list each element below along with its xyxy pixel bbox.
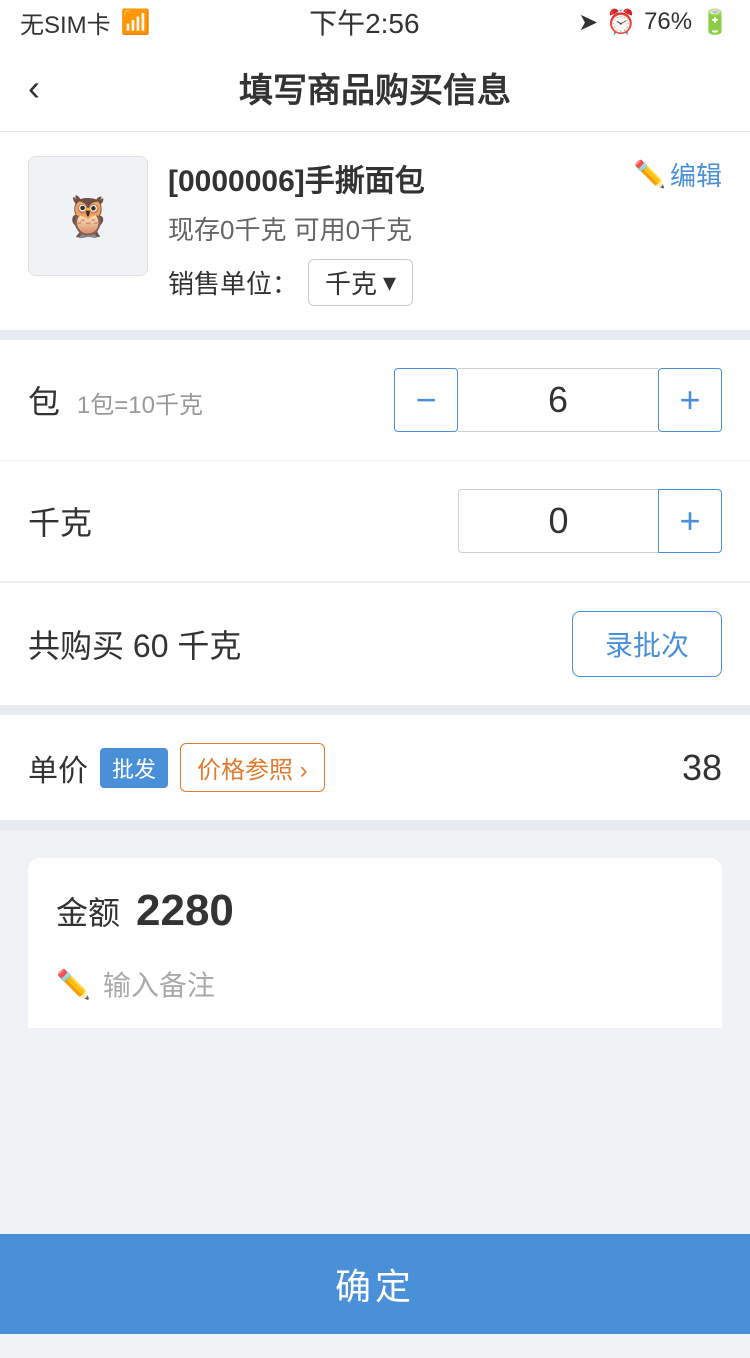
decrease-bao-button[interactable]: − [394,368,458,432]
quantity-row-kg: 千克 + [0,461,750,582]
amount-value: 2280 [136,886,234,936]
price-section: 单价 批发 价格参照 › 38 [0,715,750,830]
price-value: 38 [682,747,722,789]
product-image: 🦉 [28,156,148,276]
status-right: ➤ ⏰ 76% 🔋 [578,8,730,37]
status-left: 无SIM卡 📶 [20,5,151,40]
quantity-sub-bao: 1包=10千克 [77,392,203,419]
product-header: [0000006]手撕面包 ✏️ 编辑 [168,156,722,200]
batch-button[interactable]: 录批次 [572,611,722,677]
pencil-icon: ✏️ [56,968,91,1001]
dropdown-icon: ▾ [383,267,396,298]
location-icon: ➤ [578,8,598,37]
price-row: 单价 批发 价格参照 › 38 [28,743,722,792]
increase-bao-button[interactable]: + [658,368,722,432]
product-stock: 现存0千克 可用0千克 [168,210,722,247]
status-bar: 无SIM卡 📶 下午2:56 ➤ ⏰ 76% 🔋 [0,0,750,44]
unit-select[interactable]: 千克 ▾ [308,259,413,306]
quantity-bao-input[interactable] [458,368,658,432]
battery-icon: 🔋 [700,8,730,37]
amount-label: 金额 [56,888,120,934]
confirm-button[interactable]: 确定 [0,1234,750,1334]
amount-section: 金额 2280 ✏️ 输入备注 [0,830,750,1028]
product-card: 🦉 [0000006]手撕面包 ✏️ 编辑 现存0千克 可用0千克 销售单位： … [0,132,750,340]
quantity-kg-input[interactable] [458,489,658,553]
product-unit: 销售单位： 千克 ▾ [168,259,722,306]
product-logo: 🦉 [63,193,113,240]
total-row: 共购买 60 千克 录批次 [0,583,750,715]
page-title: 填写商品购买信息 [239,63,511,112]
edit-label: 编辑 [670,156,722,193]
time-display: 下午2:56 [309,2,420,42]
increase-kg-button[interactable]: + [658,489,722,553]
edit-icon: ✏️ [634,159,666,190]
amount-row: 金额 2280 [28,858,722,964]
price-label: 单价 [28,746,88,790]
unit-value: 千克 [325,264,377,301]
nav-bar: ‹ 填写商品购买信息 [0,44,750,132]
wifi-icon: 📶 [121,8,151,37]
battery-text: 76% [644,8,692,36]
unit-label: 销售单位： [168,264,298,301]
product-info: [0000006]手撕面包 ✏️ 编辑 现存0千克 可用0千克 销售单位： 千克… [168,156,722,306]
price-left: 单价 批发 价格参照 › [28,743,325,792]
note-row[interactable]: ✏️ 输入备注 [28,964,722,1028]
carrier-text: 无SIM卡 [20,5,111,40]
quantity-section: 包 1包=10千克 − + 千克 + [0,340,750,583]
note-placeholder: 输入备注 [103,964,215,1004]
alarm-icon: ⏰ [606,8,636,37]
back-button[interactable]: ‹ [28,67,40,109]
price-tag: 批发 [100,748,168,788]
quantity-row-bao: 包 1包=10千克 − + [0,340,750,461]
quantity-label-kg: 千克 [28,498,458,544]
quantity-control-kg: + [458,489,722,553]
product-name: [0000006]手撕面包 [168,156,634,200]
quantity-label-bao: 包 1包=10千克 [28,377,394,423]
price-ref-button[interactable]: 价格参照 › [180,743,325,792]
quantity-control-bao: − + [394,368,722,432]
edit-button[interactable]: ✏️ 编辑 [634,156,722,193]
total-text: 共购买 60 千克 [28,621,241,667]
